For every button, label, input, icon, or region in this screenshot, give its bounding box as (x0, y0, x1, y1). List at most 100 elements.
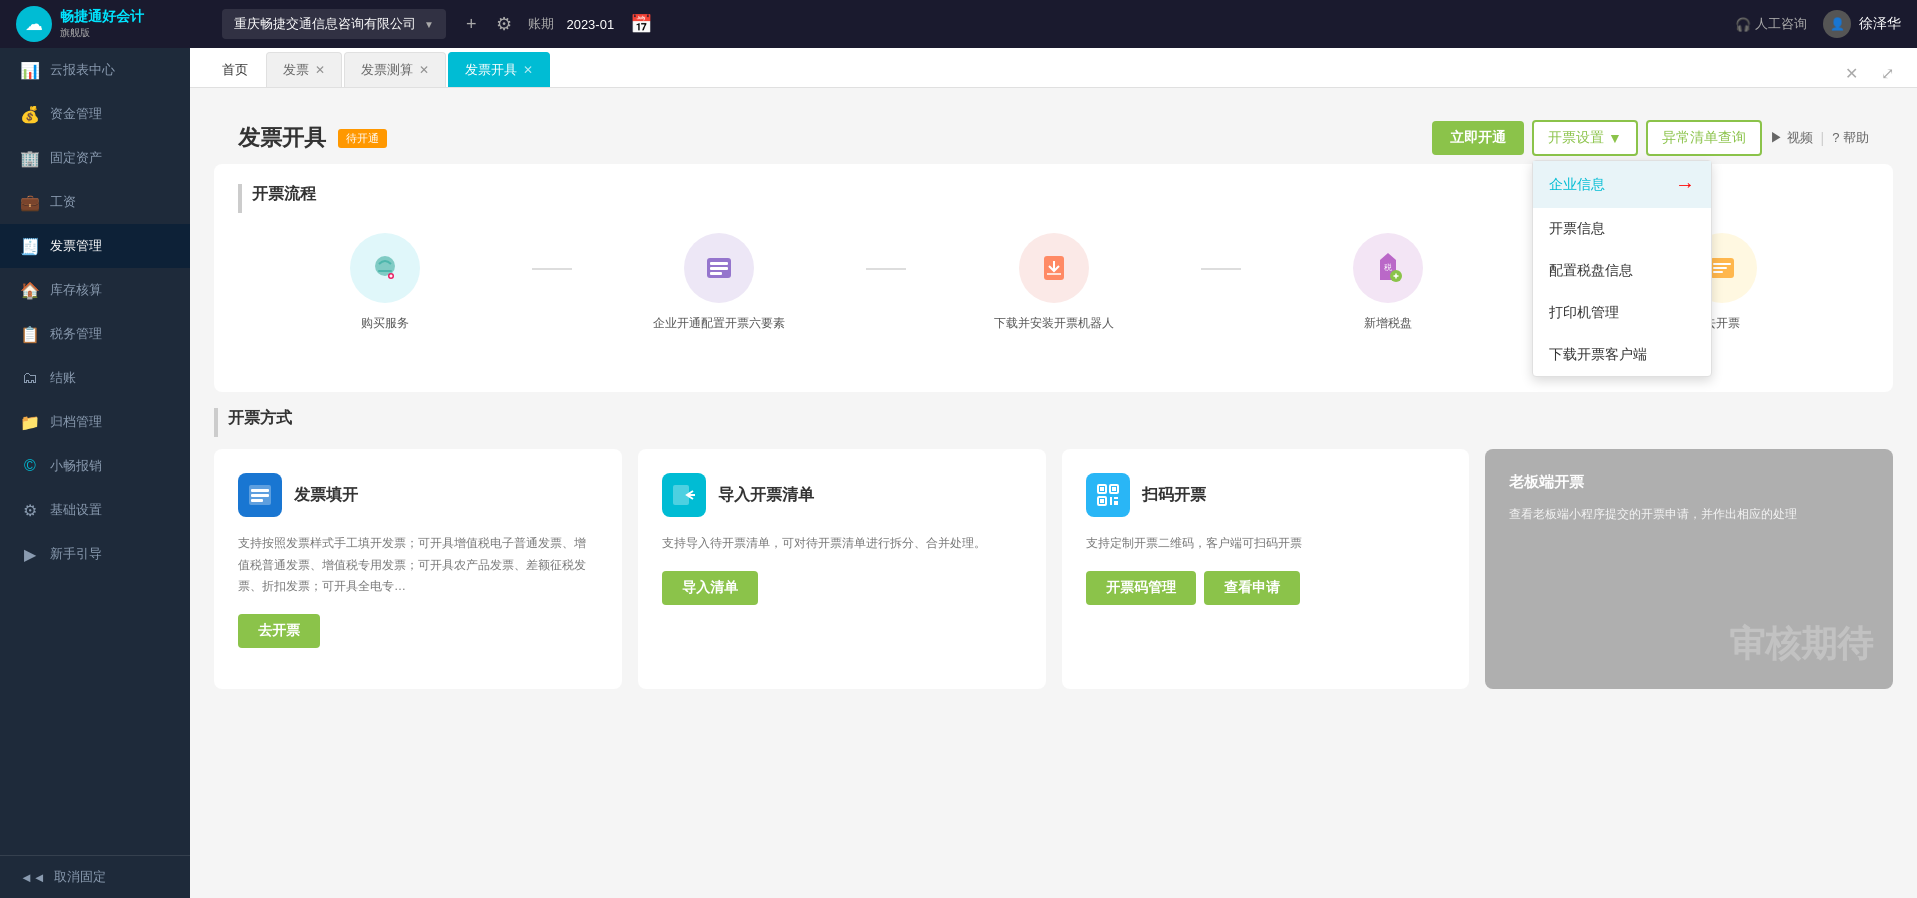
report-icon: © (20, 456, 40, 476)
help-label: 帮助 (1843, 130, 1869, 145)
sidebar-label: 新手引导 (50, 545, 102, 563)
fill-title: 发票填开 (294, 485, 358, 506)
svg-text:税: 税 (1384, 263, 1392, 272)
sidebar-item-guide[interactable]: ▶ 新手引导 (0, 532, 190, 576)
settings-dropdown-menu: 企业信息 → 开票信息 配置税盘信息 打印机管理 (1532, 160, 1712, 377)
tab-invoice-open-close[interactable]: ✕ (523, 63, 533, 77)
sidebar-label: 固定资产 (50, 149, 102, 167)
calendar-icon[interactable]: 📅 (626, 9, 656, 39)
period-label: 账期 (528, 15, 554, 33)
settings-btn-label: 开票设置 (1548, 129, 1604, 147)
svg-rect-33 (1110, 497, 1112, 505)
download-client-label: 下载开票客户端 (1549, 346, 1647, 362)
sidebar-label: 税务管理 (50, 325, 102, 343)
invoice-methods: 发票填开 支持按照发票样式手工填开发票；可开具增值税电子普通发票、增值税普通发票… (214, 449, 1893, 689)
sidebar-item-funds[interactable]: 💰 资金管理 (0, 92, 190, 136)
step-label-2: 企业开通配置开票六要素 (653, 315, 785, 332)
period-value: 2023-01 (566, 17, 614, 32)
top-actions: + ⚙ 账期 2023-01 📅 (462, 9, 656, 39)
minimize-button[interactable]: ✕ (1837, 59, 1865, 87)
tax-config-label: 配置税盘信息 (1549, 262, 1633, 278)
methods-section-title: 开票方式 (214, 408, 1893, 437)
maximize-button[interactable]: ⤢ (1873, 59, 1901, 87)
tab-invoice-open-label: 发票开具 (465, 61, 517, 79)
top-right: 🎧 人工咨询 👤 徐泽华 (1735, 10, 1901, 38)
help-button[interactable]: ? 帮助 (1832, 129, 1869, 147)
svg-rect-32 (1100, 499, 1104, 503)
user-avatar: 👤 (1823, 10, 1851, 38)
fill-desc: 支持按照发票样式手工填开发票；可开具增值税电子普通发票、增值税普通发票、增值税专… (238, 533, 598, 598)
archive-icon: 📁 (20, 412, 40, 432)
settings-icon[interactable]: ⚙ (492, 9, 516, 39)
import-icon (662, 473, 706, 517)
methods-section: 开票方式 (214, 408, 1893, 689)
tab-home[interactable]: 首页 (206, 53, 264, 87)
sidebar-item-settings[interactable]: ⚙ 基础设置 (0, 488, 190, 532)
svg-rect-19 (1713, 267, 1727, 269)
sidebar-item-invoice-mgmt[interactable]: 🧾 发票管理 (0, 224, 190, 268)
company-selector[interactable]: 重庆畅捷交通信息咨询有限公司 ▼ (222, 9, 446, 39)
fill-go-button[interactable]: 去开票 (238, 614, 320, 648)
tab-invoice-open[interactable]: 发票开具 ✕ (448, 52, 550, 87)
tab-invoice-test-close[interactable]: ✕ (419, 63, 429, 77)
sidebar-label: 基础设置 (50, 501, 102, 519)
dropdown-item-printer-mgmt[interactable]: 打印机管理 (1533, 292, 1711, 334)
method-card-import: 导入开票清单 支持导入待开票清单，可对待开票清单进行拆分、合并处理。 导入清单 (638, 449, 1046, 689)
tab-invoice[interactable]: 发票 ✕ (266, 52, 342, 87)
svg-rect-22 (251, 489, 269, 492)
status-badge: 待开通 (338, 129, 387, 148)
sidebar-item-settlement[interactable]: 🗂 结账 (0, 356, 190, 400)
tab-invoice-test[interactable]: 发票测算 ✕ (344, 52, 446, 87)
scan-icon (1086, 473, 1130, 517)
svg-rect-1 (378, 270, 392, 272)
sidebar-item-inventory[interactable]: 🏠 库存核算 (0, 268, 190, 312)
logo-icon: ☁ (16, 6, 52, 42)
video-button[interactable]: ▶ 视频 (1770, 129, 1813, 147)
sidebar-item-payroll[interactable]: 💼 工资 (0, 180, 190, 224)
sidebar: 📊 云报表中心 💰 资金管理 🏢 固定资产 💼 工资 🧾 发票管理 (0, 48, 190, 898)
activate-button[interactable]: 立即开通 (1432, 121, 1524, 155)
sidebar-item-cloud-report[interactable]: 📊 云报表中心 (0, 48, 190, 92)
step-connector-3 (1201, 268, 1241, 270)
main-content: 发票开具 待开通 立即开通 开票设置 ▼ (190, 88, 1917, 898)
invoice-mgmt-icon: 🧾 (20, 236, 40, 256)
step-connector-2 (866, 268, 906, 270)
settlement-icon: 🗂 (20, 368, 40, 388)
method-card-boss: 老板端开票 查看老板端小程序提交的开票申请，并作出相应的处理 审核期待 (1485, 449, 1893, 689)
sidebar-item-fixed-assets[interactable]: 🏢 固定资产 (0, 136, 190, 180)
abnormal-button[interactable]: 异常清单查询 (1646, 120, 1762, 156)
sidebar-item-report[interactable]: © 小畅报销 (0, 444, 190, 488)
sidebar-item-tax[interactable]: 📋 税务管理 (0, 312, 190, 356)
sidebar-cancel-button[interactable]: ◄◄ 取消固定 (20, 868, 170, 886)
dropdown-item-tax-config[interactable]: 配置税盘信息 (1533, 250, 1711, 292)
method-card-scan: 扫码开票 支持定制开票二维码，客户端可扫码开票 开票码管理 查看申请 (1062, 449, 1470, 689)
payroll-icon: 💼 (20, 192, 40, 212)
main-area: 📊 云报表中心 💰 资金管理 🏢 固定资产 💼 工资 🧾 发票管理 (0, 48, 1917, 898)
scan-desc: 支持定制开票二维码，客户端可扫码开票 (1086, 533, 1446, 555)
step-label-1: 购买服务 (361, 315, 409, 332)
user-area[interactable]: 👤 徐泽华 (1823, 10, 1901, 38)
svg-rect-24 (251, 499, 263, 502)
qr-manage-button[interactable]: 开票码管理 (1086, 571, 1196, 605)
dropdown-item-download-client[interactable]: 下载开票客户端 (1533, 334, 1711, 376)
logo-area: ☁ 畅捷通好会计 旗舰版 (16, 6, 206, 42)
dropdown-item-company-info[interactable]: 企业信息 → (1533, 161, 1711, 208)
video-label: 视频 (1787, 130, 1813, 145)
tab-invoice-test-label: 发票测算 (361, 61, 413, 79)
import-title: 导入开票清单 (718, 485, 814, 506)
divider: | (1821, 130, 1825, 146)
tab-invoice-close[interactable]: ✕ (315, 63, 325, 77)
sidebar-label: 发票管理 (50, 237, 102, 255)
view-apply-button[interactable]: 查看申请 (1204, 571, 1300, 605)
add-icon[interactable]: + (462, 10, 481, 39)
svg-rect-34 (1114, 497, 1118, 499)
import-button[interactable]: 导入清单 (662, 571, 758, 605)
svg-point-0 (375, 256, 395, 276)
dropdown-item-invoice-info[interactable]: 开票信息 (1533, 208, 1711, 250)
settings-button[interactable]: 开票设置 ▼ (1532, 120, 1638, 156)
step-icon-4: 税 (1353, 233, 1423, 303)
step-icon-1 (350, 233, 420, 303)
sidebar-item-archive[interactable]: 📁 归档管理 (0, 400, 190, 444)
service-button[interactable]: 🎧 人工咨询 (1735, 15, 1807, 33)
fixed-assets-icon: 🏢 (20, 148, 40, 168)
